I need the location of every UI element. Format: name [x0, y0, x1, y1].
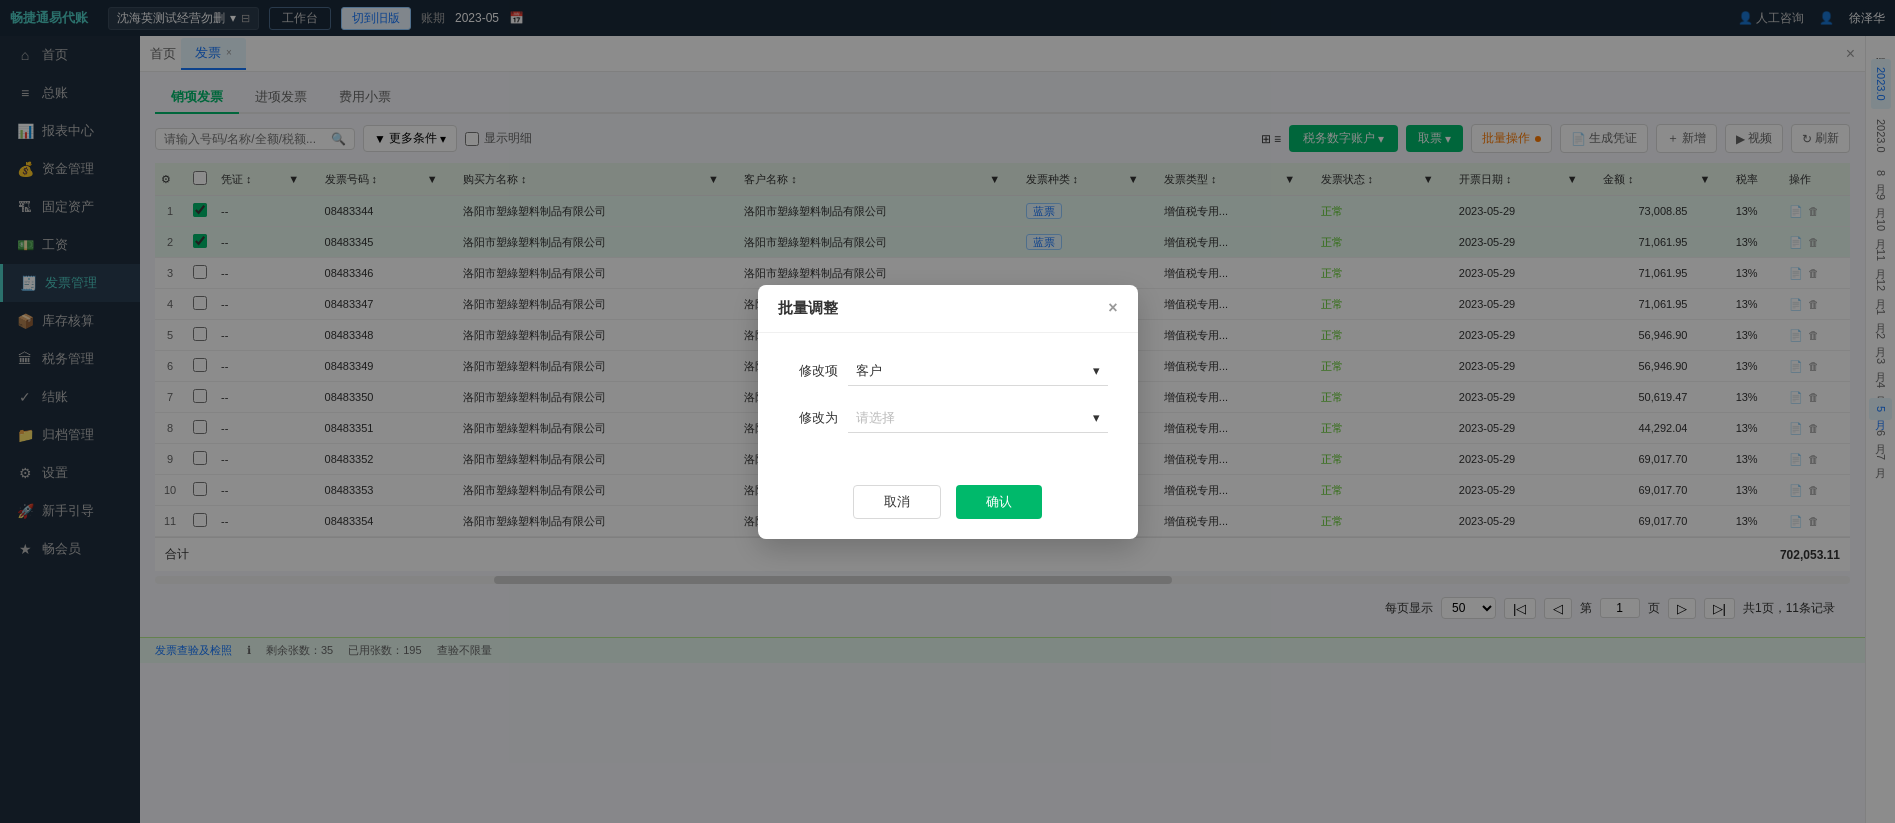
confirm-button[interactable]: 确认: [956, 485, 1042, 519]
modal-footer: 取消 确认: [758, 475, 1138, 539]
modal-overlay: 批量调整 × 修改项 客户 ▾ 修改为 请选择 ▾ 取消 确认: [0, 0, 1895, 823]
modal-value-row: 修改为 请选择 ▾: [788, 404, 1108, 433]
modal-field-row: 修改项 客户 ▾: [788, 357, 1108, 386]
chevron-down-icon: ▾: [1093, 363, 1100, 378]
modal-header: 批量调整 ×: [758, 285, 1138, 333]
modal-title: 批量调整: [778, 299, 838, 318]
modal-body: 修改项 客户 ▾ 修改为 请选择 ▾: [758, 333, 1138, 475]
modal-field-select[interactable]: 客户 ▾: [848, 357, 1108, 386]
cancel-button[interactable]: 取消: [853, 485, 941, 519]
modal-value-label: 修改为: [788, 409, 838, 427]
batch-adjust-modal: 批量调整 × 修改项 客户 ▾ 修改为 请选择 ▾ 取消 确认: [758, 285, 1138, 539]
modal-field-label: 修改项: [788, 362, 838, 380]
modal-close-button[interactable]: ×: [1108, 299, 1117, 317]
modal-value-select[interactable]: 请选择 ▾: [848, 404, 1108, 433]
chevron-down-icon: ▾: [1093, 410, 1100, 425]
